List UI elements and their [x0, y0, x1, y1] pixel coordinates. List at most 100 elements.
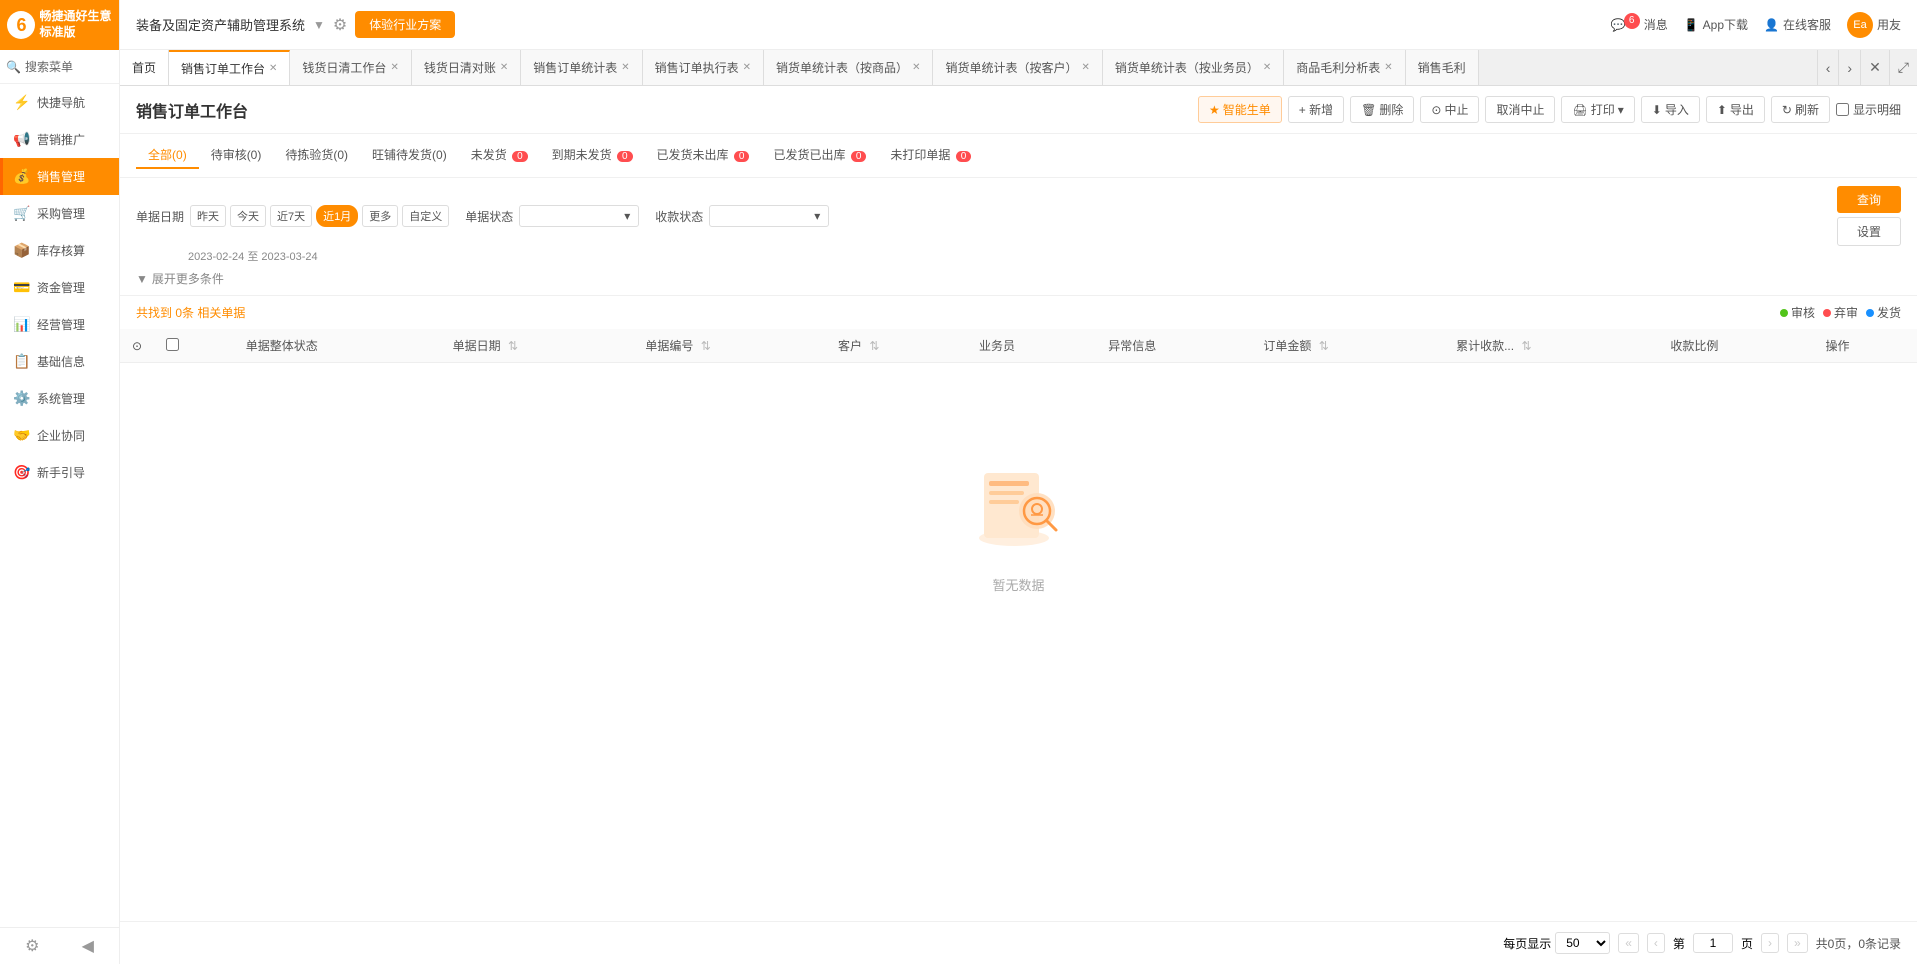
- tab-cash-reconcile[interactable]: 钱货日清对账 ✕: [412, 50, 521, 86]
- tab-scroll-left[interactable]: ‹: [1817, 50, 1839, 86]
- date-sort-icon[interactable]: ⇅: [508, 339, 518, 353]
- page-size-dropdown[interactable]: 50 100 200: [1555, 932, 1610, 954]
- tab-sales-summary-staff[interactable]: 销货单统计表（按业务员） ✕: [1103, 50, 1284, 86]
- date-today-btn[interactable]: 今天: [230, 205, 266, 227]
- sidebar-item-marketing[interactable]: 📢 营销推广: [0, 121, 119, 158]
- prev-page-button[interactable]: ‹: [1647, 933, 1665, 953]
- export-button[interactable]: ⬆ 导出: [1706, 96, 1765, 123]
- sidebar-item-quicknav[interactable]: ⚡ 快捷导航: [0, 84, 119, 121]
- filter-tab-not-printed[interactable]: 未打印单据 0: [878, 142, 983, 169]
- cancel-review-label: 弃审: [1834, 304, 1858, 321]
- tab-sales-summary-goods[interactable]: 销货单统计表（按商品） ✕: [764, 50, 933, 86]
- industry-solution-button[interactable]: 体验行业方案: [355, 11, 455, 38]
- date-7days-btn[interactable]: 近7天: [270, 205, 312, 227]
- print-button[interactable]: 🖨 打印 ▾: [1561, 96, 1634, 123]
- tab-cash-daily-close[interactable]: ✕: [390, 62, 398, 73]
- delete-button[interactable]: 🗑 删除: [1350, 96, 1414, 123]
- tab-sales-summary-customer-close[interactable]: ✕: [1081, 62, 1089, 73]
- cancel-review-action-btn[interactable]: 弃审: [1823, 304, 1858, 321]
- tab-sales-summary-staff-close[interactable]: ✕: [1263, 62, 1271, 73]
- tab-scroll-right[interactable]: ›: [1838, 50, 1860, 86]
- filter-tab-pending-review[interactable]: 待审核(0): [199, 142, 274, 169]
- last-page-button[interactable]: »: [1787, 933, 1808, 953]
- tab-home[interactable]: 首页: [120, 50, 169, 86]
- import-button[interactable]: ⬇ 导入: [1641, 96, 1700, 123]
- sidebar-item-system[interactable]: ⚙️ 系统管理: [0, 380, 119, 417]
- tab-close-current[interactable]: ✕: [1860, 50, 1889, 86]
- date-custom-btn[interactable]: 自定义: [402, 205, 449, 227]
- smart-create-button[interactable]: ★ 智能生单: [1198, 96, 1282, 123]
- filter-tab-shipped-not-out[interactable]: 已发货未出库 0: [645, 142, 762, 169]
- add-button[interactable]: + 新增: [1288, 96, 1344, 123]
- sidebar-item-operations[interactable]: 📊 经营管理: [0, 306, 119, 343]
- sidebar-item-base[interactable]: 📋 基础信息: [0, 343, 119, 380]
- show-detail-checkbox[interactable]: [1836, 103, 1849, 116]
- tab-maximize[interactable]: ⤢: [1889, 50, 1917, 86]
- date-yesterday-btn[interactable]: 昨天: [190, 205, 226, 227]
- tab-sales-workbench[interactable]: 销售订单工作台 ✕: [169, 50, 290, 86]
- tab-goods-margin[interactable]: 商品毛利分析表 ✕: [1284, 50, 1405, 86]
- tab-sales-summary-customer[interactable]: 销货单统计表（按客户） ✕: [933, 50, 1102, 86]
- date-1month-btn[interactable]: 近1月: [316, 205, 358, 227]
- search-icon: 🔍: [6, 60, 21, 74]
- tab-sales-stats[interactable]: 销售订单统计表 ✕: [521, 50, 642, 86]
- ship-action-btn[interactable]: 发货: [1866, 304, 1901, 321]
- table-actions: 审核 弃审 发货: [1780, 304, 1901, 321]
- first-page-button[interactable]: «: [1618, 933, 1639, 953]
- collapse-icon[interactable]: ◀: [82, 936, 94, 956]
- tab-cash-daily[interactable]: 钱货日清工作台 ✕: [290, 50, 411, 86]
- expand-conditions-button[interactable]: ▼ 展开更多条件: [136, 270, 1901, 287]
- sidebar-item-inventory[interactable]: 📦 库存核算: [0, 232, 119, 269]
- select-all-checkbox[interactable]: [166, 338, 179, 351]
- filter-tab-shipped-out[interactable]: 已发货已出库 0: [761, 142, 878, 169]
- amount-sort-icon[interactable]: ⇅: [1319, 339, 1329, 353]
- collected-sort-icon[interactable]: ⇅: [1521, 339, 1531, 353]
- page-number-input[interactable]: [1693, 933, 1733, 953]
- column-settings-icon[interactable]: ⊙: [132, 339, 142, 353]
- purchase-label: 采购管理: [37, 205, 85, 222]
- refresh-button[interactable]: ↻ 刷新: [1771, 96, 1830, 123]
- filter-tab-expired-label: 到期未发货: [552, 148, 612, 162]
- th-number-label: 单据编号: [645, 339, 693, 353]
- tab-sales-summary-goods-close[interactable]: ✕: [912, 62, 920, 73]
- tab-goods-margin-close[interactable]: ✕: [1384, 62, 1392, 73]
- filter-tab-pending-check[interactable]: 待拣验货(0): [273, 142, 360, 169]
- user-item[interactable]: Ea 用友: [1847, 12, 1901, 38]
- message-item[interactable]: 💬 6 消息: [1611, 16, 1668, 33]
- set-button[interactable]: 设置: [1837, 217, 1901, 246]
- sidebar-item-search[interactable]: 🔍 搜索菜单: [0, 50, 119, 84]
- customer-sort-icon[interactable]: ⇅: [869, 339, 879, 353]
- query-button[interactable]: 查询: [1837, 186, 1901, 213]
- settings-bottom-icon[interactable]: ⚙: [25, 936, 39, 956]
- th-status-label: 单据整体状态: [246, 339, 318, 353]
- ship-dot: [1866, 309, 1874, 317]
- sidebar-item-purchase[interactable]: 🛒 采购管理: [0, 195, 119, 232]
- settings-icon[interactable]: ⚙: [333, 15, 347, 35]
- sidebar-item-sales[interactable]: 💰 销售管理: [0, 158, 119, 195]
- sidebar-item-finance[interactable]: 💳 资金管理: [0, 269, 119, 306]
- sidebar-item-enterprise[interactable]: 🤝 企业协同: [0, 417, 119, 454]
- tab-sales-workbench-close[interactable]: ✕: [269, 63, 277, 74]
- date-more-btn[interactable]: 更多: [362, 205, 398, 227]
- cancel-stop-button[interactable]: 取消中止: [1485, 96, 1555, 123]
- review-action-btn[interactable]: 审核: [1780, 304, 1815, 321]
- online-service-item[interactable]: 👤 在线客服: [1764, 16, 1831, 33]
- stop-button[interactable]: ⊙ 中止: [1420, 96, 1479, 123]
- filter-tab-all[interactable]: 全部(0): [136, 142, 199, 169]
- th-customer-label: 客户: [838, 339, 862, 353]
- tab-cash-reconcile-close[interactable]: ✕: [500, 62, 508, 73]
- next-page-button[interactable]: ›: [1761, 933, 1779, 953]
- tab-sales-more[interactable]: 销售毛利: [1406, 50, 1479, 86]
- filter-tab-expired[interactable]: 到期未发货 0: [540, 142, 645, 169]
- payment-select[interactable]: ▾: [709, 205, 829, 227]
- filter-tab-not-shipped[interactable]: 未发货 0: [459, 142, 540, 169]
- dropdown-icon[interactable]: ▼: [313, 18, 325, 32]
- sidebar-item-guide[interactable]: 🎯 新手引导: [0, 454, 119, 491]
- app-download-item[interactable]: 📱 App下载: [1684, 16, 1748, 33]
- tab-sales-exec-close[interactable]: ✕: [743, 62, 751, 73]
- tab-sales-stats-close[interactable]: ✕: [621, 62, 629, 73]
- tab-sales-exec[interactable]: 销售订单执行表 ✕: [643, 50, 764, 86]
- status-select[interactable]: ▾: [519, 205, 639, 227]
- filter-tab-wangpu[interactable]: 旺铺待发货(0): [360, 142, 459, 169]
- number-sort-icon[interactable]: ⇅: [701, 339, 711, 353]
